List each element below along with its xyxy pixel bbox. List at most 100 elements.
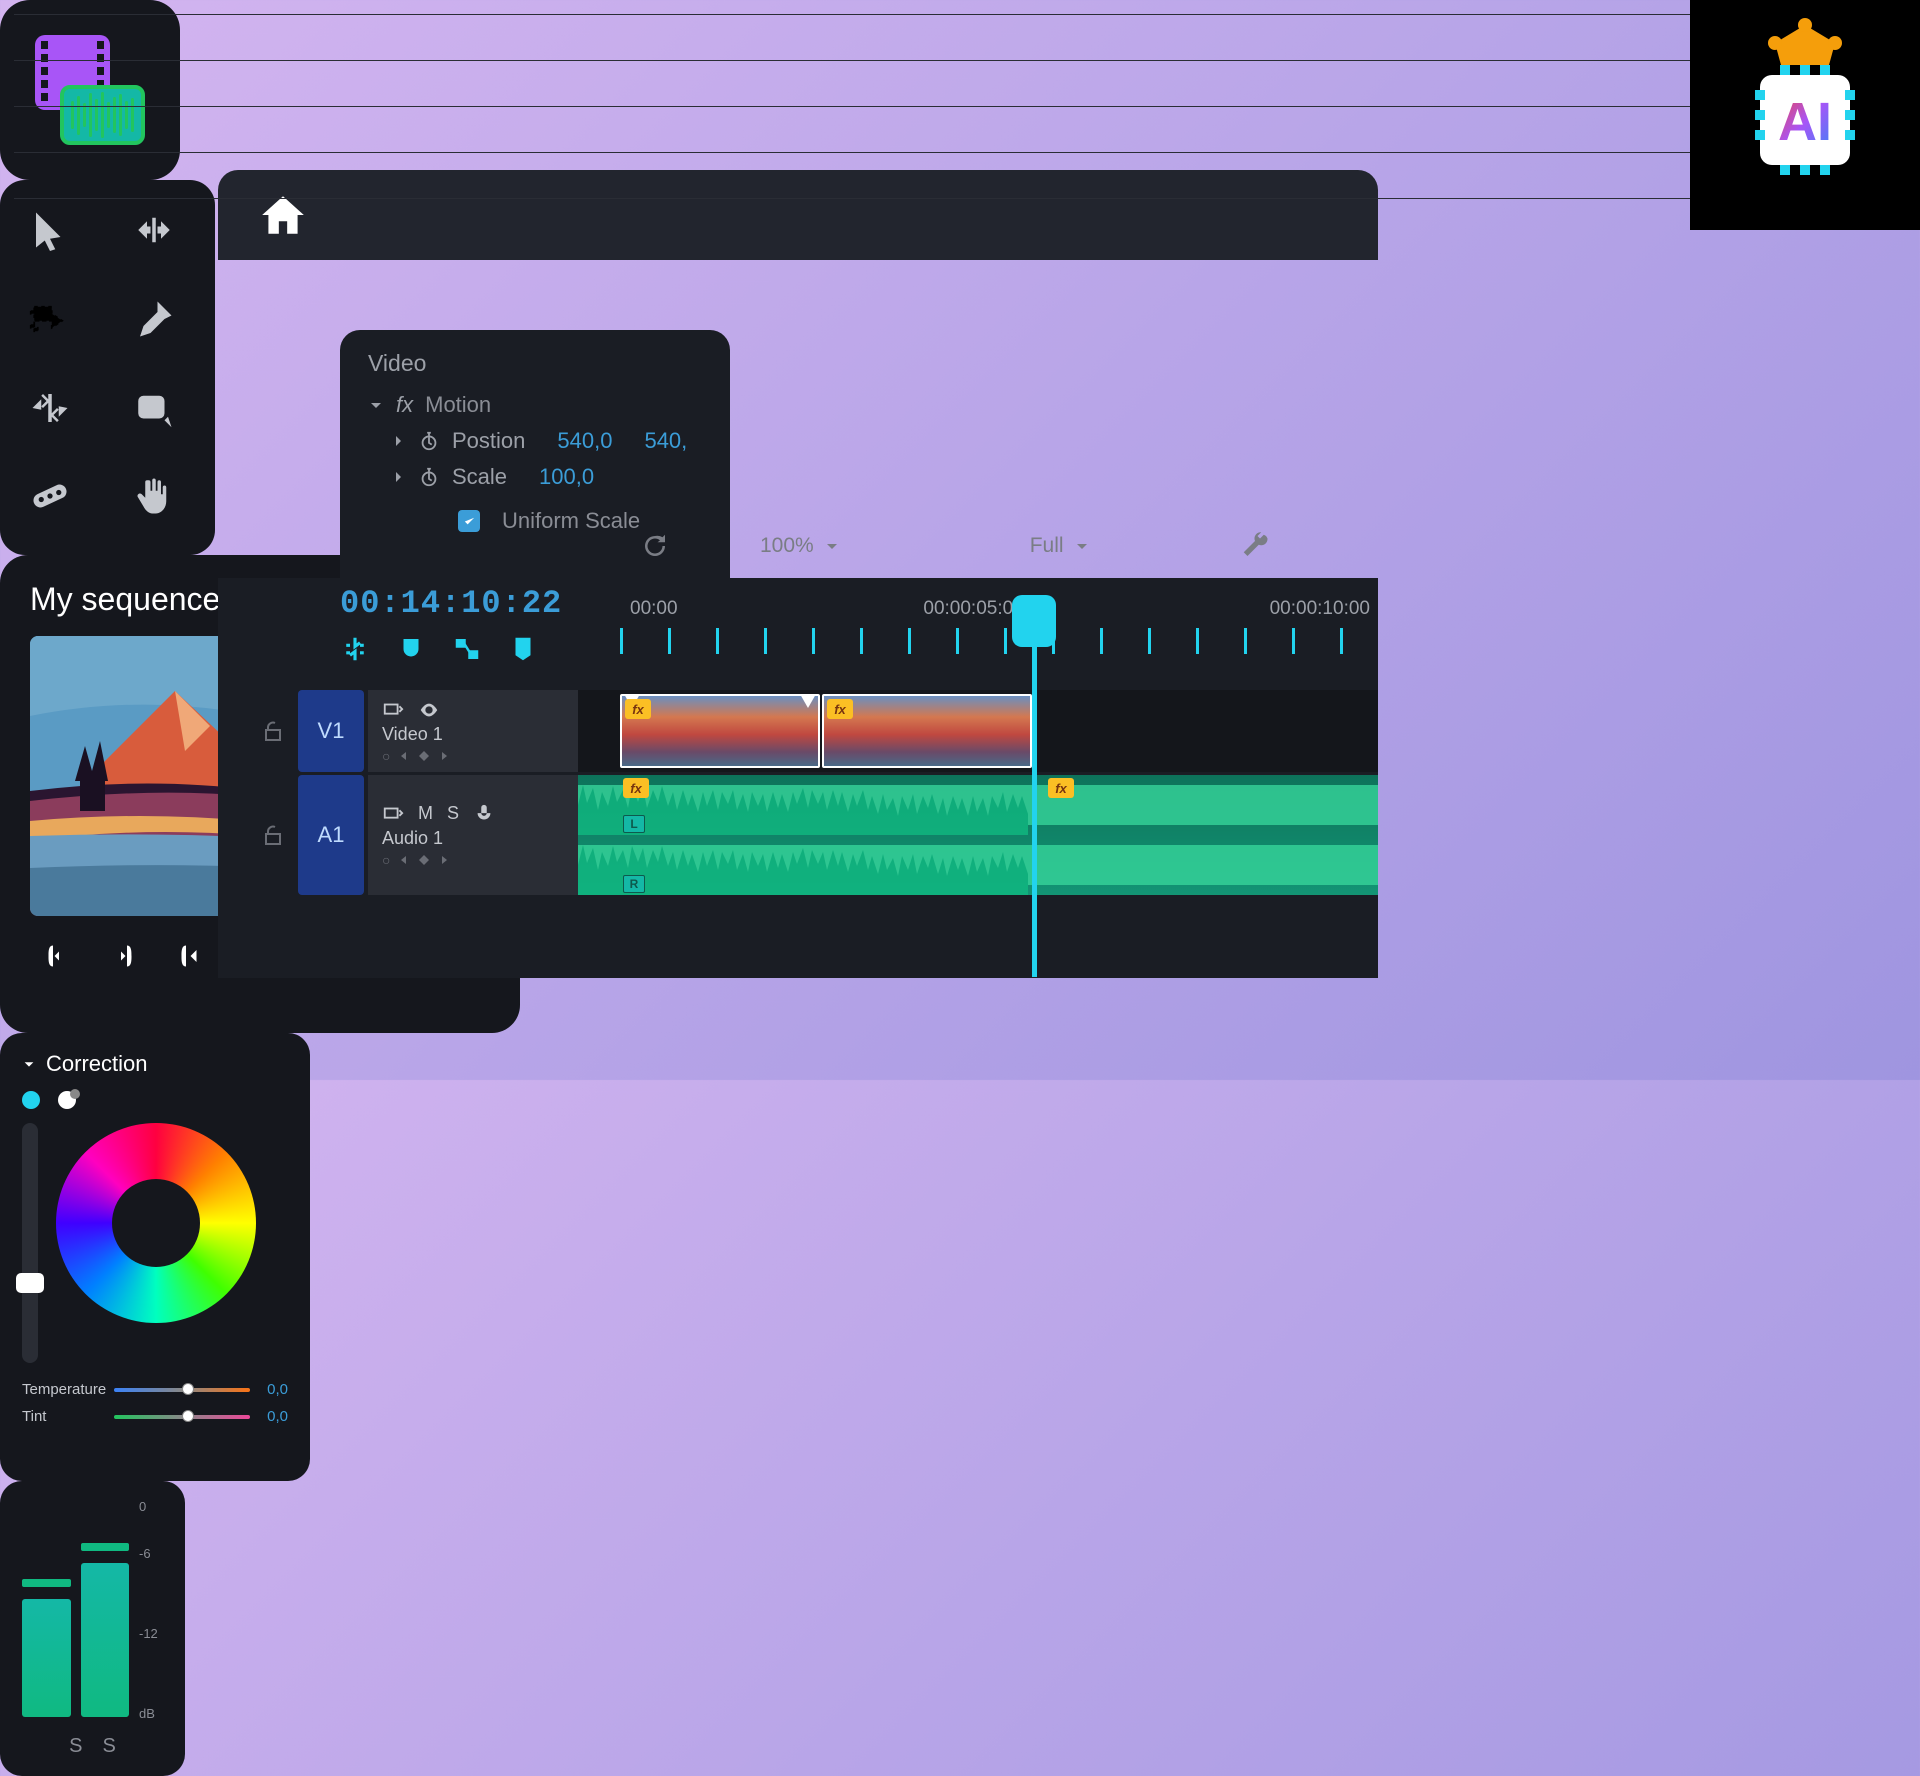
meter-grid bbox=[14, 14, 1874, 244]
tint-value[interactable]: 0,0 bbox=[260, 1408, 288, 1425]
channel-l-badge: L bbox=[623, 815, 645, 833]
zoom-dropdown[interactable]: 100% bbox=[760, 534, 840, 558]
lock-toggle[interactable] bbox=[248, 690, 298, 772]
video-clip[interactable]: fx bbox=[822, 694, 1032, 768]
color-wheel[interactable] bbox=[56, 1123, 256, 1323]
eye-icon[interactable] bbox=[418, 699, 440, 721]
meter-bar-left bbox=[22, 1599, 71, 1717]
motion-label: Motion bbox=[425, 392, 491, 418]
chevron-right-icon bbox=[390, 433, 406, 449]
ai-text: AI bbox=[1778, 92, 1832, 152]
correction-title: Correction bbox=[46, 1051, 147, 1077]
meter-bars bbox=[14, 1495, 137, 1725]
clip-out-marker bbox=[800, 694, 816, 708]
effect-section-title: Video bbox=[368, 350, 702, 377]
track-header-a1: M S Audio 1 ○ bbox=[368, 775, 578, 895]
current-timecode[interactable]: 00:14:10:22 bbox=[340, 585, 562, 622]
fx-badge-icon: fx bbox=[625, 699, 651, 719]
scale-property[interactable]: Scale 100,0 bbox=[368, 459, 702, 495]
audio-track-a1: A1 M S Audio 1 ○ bbox=[248, 775, 1378, 895]
quality-dropdown[interactable]: Full bbox=[1030, 534, 1090, 558]
track-select-tool[interactable] bbox=[22, 291, 78, 347]
scale-mark: 0 bbox=[139, 1499, 171, 1514]
video-track-v1: V1 Video 1 ○ fx fx bbox=[248, 690, 1378, 772]
position-property[interactable]: Postion 540,0 540, bbox=[368, 423, 702, 459]
stopwatch-icon[interactable] bbox=[418, 466, 440, 488]
tint-slider[interactable] bbox=[114, 1415, 250, 1419]
luminance-slider[interactable] bbox=[22, 1123, 38, 1363]
quality-value: Full bbox=[1030, 534, 1064, 558]
slider-thumb[interactable] bbox=[16, 1273, 44, 1293]
track-badge-a1[interactable]: A1 bbox=[298, 775, 364, 895]
chevron-right-icon bbox=[390, 469, 406, 485]
mark-in-button[interactable] bbox=[38, 938, 74, 974]
video-clip[interactable]: fx bbox=[620, 694, 820, 768]
track-list: V1 Video 1 ○ fx fx bbox=[248, 690, 1378, 898]
peak-indicator bbox=[22, 1579, 71, 1587]
scale-mark: dB bbox=[139, 1706, 171, 1721]
playhead-line bbox=[1032, 647, 1037, 977]
mark-out-button[interactable] bbox=[106, 938, 142, 974]
rgb-toggle[interactable] bbox=[58, 1091, 76, 1109]
pen-tool[interactable] bbox=[126, 291, 182, 347]
zoom-value: 100% bbox=[760, 534, 814, 558]
snap-toggle[interactable] bbox=[396, 634, 426, 664]
rectangle-tool[interactable] bbox=[126, 380, 182, 436]
temperature-value[interactable]: 0,0 bbox=[260, 1381, 288, 1398]
razor-tool[interactable] bbox=[22, 468, 78, 524]
wrench-icon[interactable] bbox=[1240, 531, 1270, 561]
lock-toggle[interactable] bbox=[248, 775, 298, 895]
checkbox-checked-icon[interactable] bbox=[458, 510, 480, 532]
temperature-label: Temperature bbox=[22, 1381, 104, 1398]
uniform-scale-label: Uniform Scale bbox=[502, 508, 640, 534]
track-output-icon[interactable] bbox=[382, 699, 404, 721]
marker-toggle[interactable] bbox=[508, 634, 538, 664]
stopwatch-icon[interactable] bbox=[418, 430, 440, 452]
audio-meters-panel: 0 -6 -12 dB S S bbox=[0, 1481, 185, 1776]
go-to-in-button[interactable] bbox=[174, 938, 210, 974]
track-output-icon[interactable] bbox=[382, 803, 404, 825]
position-x-value[interactable]: 540,0 bbox=[557, 428, 612, 454]
keyframe-controls[interactable]: ○ bbox=[382, 852, 564, 868]
playhead-grip[interactable] bbox=[1012, 595, 1056, 647]
mute-button[interactable]: M bbox=[418, 803, 433, 824]
solo-button[interactable]: S bbox=[447, 803, 459, 824]
ruler-mark: 00:00:05:00 bbox=[923, 598, 1023, 620]
fx-badge-icon: fx bbox=[623, 778, 649, 798]
scale-value[interactable]: 100,0 bbox=[539, 464, 594, 490]
track-name-a1: Audio 1 bbox=[382, 828, 443, 849]
position-label: Postion bbox=[452, 428, 525, 454]
temperature-slider[interactable] bbox=[114, 1388, 250, 1392]
video-track-lane[interactable]: fx fx bbox=[578, 690, 1378, 772]
motion-group[interactable]: fx Motion bbox=[368, 387, 702, 423]
audio-track-lane[interactable]: fx fx L R bbox=[578, 775, 1378, 895]
slider-thumb[interactable] bbox=[182, 1410, 194, 1422]
hand-tool[interactable] bbox=[126, 468, 182, 524]
keyframe-controls[interactable]: ○ bbox=[382, 748, 564, 764]
track-badge-v1[interactable]: V1 bbox=[298, 690, 364, 772]
sequence-title: My sequence bbox=[30, 581, 220, 618]
playhead[interactable] bbox=[1012, 595, 1056, 975]
solo-left-button[interactable]: S bbox=[69, 1735, 82, 1758]
correction-header[interactable]: Correction bbox=[22, 1051, 288, 1077]
position-y-value[interactable]: 540, bbox=[644, 428, 687, 454]
reset-icon[interactable] bbox=[640, 531, 670, 561]
temperature-row: Temperature 0,0 bbox=[22, 1381, 288, 1398]
ai-badge: AI bbox=[1690, 0, 1920, 230]
solo-right-button[interactable]: S bbox=[103, 1735, 116, 1758]
fx-icon: fx bbox=[396, 392, 413, 418]
hsl-toggle[interactable] bbox=[22, 1091, 40, 1109]
channel-r-badge: R bbox=[623, 875, 645, 893]
meter-scale: 0 -6 -12 dB bbox=[139, 1495, 171, 1725]
fx-badge-icon: fx bbox=[827, 699, 853, 719]
microphone-icon[interactable] bbox=[473, 803, 495, 825]
slip-tool[interactable] bbox=[22, 380, 78, 436]
timeline-ruler[interactable]: 00:00 00:00:05:00 00:00:10:00 bbox=[620, 598, 1380, 658]
ruler-mark: 00:00 bbox=[630, 598, 678, 620]
linked-selection-toggle[interactable] bbox=[452, 634, 482, 664]
track-header-v1: Video 1 ○ bbox=[368, 690, 578, 772]
slider-thumb[interactable] bbox=[182, 1383, 194, 1395]
correction-mode-toggles bbox=[22, 1091, 288, 1109]
tint-label: Tint bbox=[22, 1408, 104, 1425]
insert-mode-toggle[interactable] bbox=[340, 634, 370, 664]
